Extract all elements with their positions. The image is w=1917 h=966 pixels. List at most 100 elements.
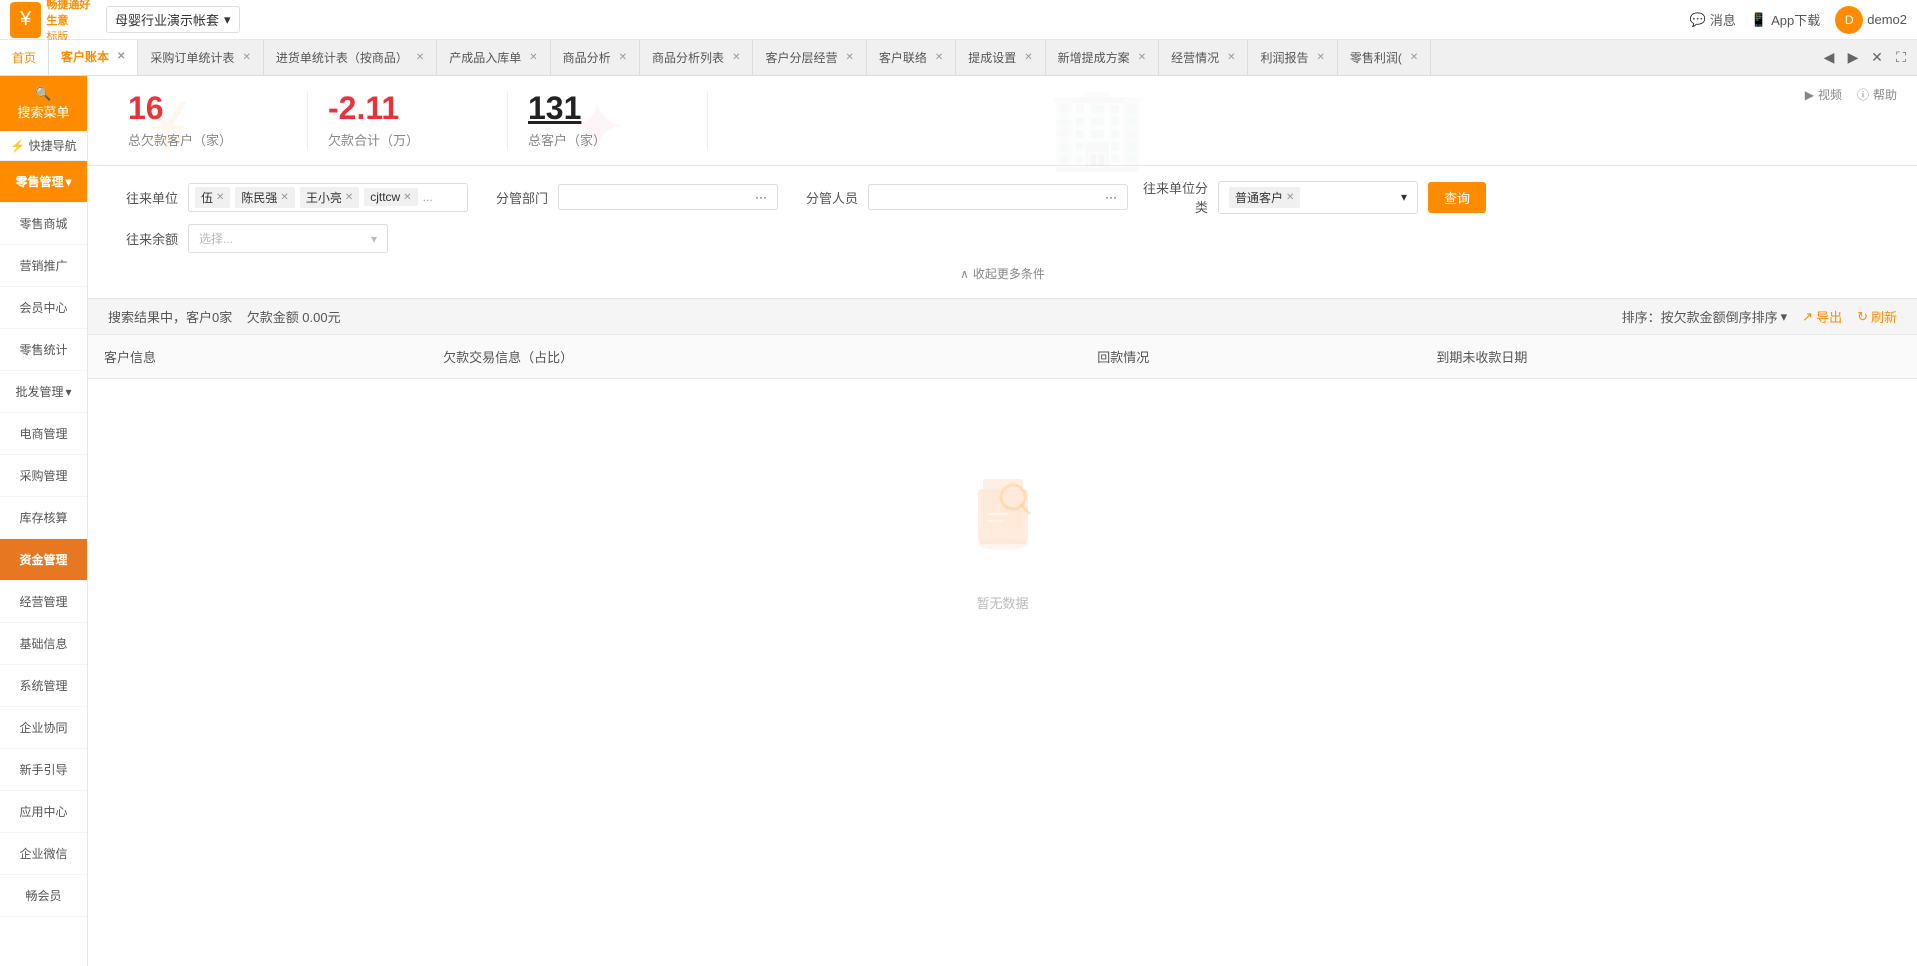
dept-label: 分管部门 xyxy=(478,188,548,207)
tag-more[interactable]: ... xyxy=(423,190,433,204)
tab-product-analysis[interactable]: 商品分析 ✕ xyxy=(551,40,640,76)
col-debt-info: 欠款交易信息（占比） xyxy=(427,335,1081,379)
sidebar-item-inventory[interactable]: 库存核算 xyxy=(0,497,87,539)
sidebar-item-retail-management[interactable]: 零售管理 ▾ xyxy=(0,161,87,203)
tab-close-icon[interactable]: ✕ xyxy=(529,52,537,63)
table-body: 暂无数据 xyxy=(88,379,1917,693)
tab-product-analysis-list[interactable]: 商品分析列表 ✕ xyxy=(640,40,753,76)
sort-select[interactable]: 排序：按欠款金额倒序排序 ▾ xyxy=(1622,307,1788,326)
sidebar-item-enterprise[interactable]: 企业协同 xyxy=(0,707,87,749)
sidebar-item-marketing[interactable]: 营销推广 xyxy=(0,245,87,287)
tab-close-all[interactable]: ✕ xyxy=(1866,47,1888,69)
tab-bar: 首页 客户账本 ✕ 采购订单统计表 ✕ 进货单统计表（按商品） ✕ 产成品入库单… xyxy=(0,40,1917,76)
message-icon: 💬 xyxy=(1690,12,1706,28)
balance-select[interactable]: 选择... ▾ xyxy=(188,224,388,253)
tab-purchase-stats[interactable]: 进货单统计表（按商品） ✕ xyxy=(264,40,437,76)
empty-illustration xyxy=(953,459,1053,559)
tab-promotion-settings[interactable]: 提成设置 ✕ xyxy=(956,40,1045,76)
tab-close-icon[interactable]: ✕ xyxy=(1227,52,1235,63)
sidebar-item-ecommerce[interactable]: 电商管理 xyxy=(0,413,87,455)
tab-scroll-left[interactable]: ◀ xyxy=(1818,47,1840,69)
collapse-row: ∧ 收起更多条件 xyxy=(108,261,1897,286)
stats-bar: ¥ ✦ 🏢 16 总欠款客户（家） -2.11 欠款合计（万） 131 总客户（… xyxy=(88,76,1917,166)
person-more-icon: ··· xyxy=(1105,190,1117,204)
tab-close-icon[interactable]: ✕ xyxy=(242,52,250,63)
collapse-button[interactable]: ∧ 收起更多条件 xyxy=(950,261,1055,286)
chevron-icon: ▾ xyxy=(65,175,71,189)
tag-close-wang[interactable]: ✕ xyxy=(345,192,353,203)
tab-close-icon[interactable]: ✕ xyxy=(416,52,424,63)
help-button[interactable]: ⓘ 帮助 xyxy=(1857,86,1897,103)
tab-close-icon[interactable]: ✕ xyxy=(732,52,740,63)
sidebar-item-retail-stats[interactable]: 零售统计 xyxy=(0,329,87,371)
app-download-action[interactable]: 📱 App下载 xyxy=(1751,10,1820,29)
tag-close-normal[interactable]: ✕ xyxy=(1286,192,1294,203)
video-help-button[interactable]: ▶ 视频 xyxy=(1805,86,1842,103)
tab-close-icon[interactable]: ✕ xyxy=(1317,52,1325,63)
stat-total-customers: 16 总欠款客户（家） xyxy=(108,92,308,149)
tab-close-icon[interactable]: ✕ xyxy=(619,52,627,63)
export-button[interactable]: ↗ 导出 xyxy=(1802,307,1842,326)
sidebar-item-capital[interactable]: 资金管理 xyxy=(0,539,87,581)
tab-close-icon[interactable]: ✕ xyxy=(1024,52,1032,63)
category-label: 往来单位分类 xyxy=(1138,178,1208,216)
stat-bg-icon-1: ¥ xyxy=(148,86,187,166)
sidebar-search[interactable]: 🔍 搜索菜单 xyxy=(0,76,87,131)
tab-close-icon[interactable]: ✕ xyxy=(1410,52,1418,63)
query-button[interactable]: 查询 xyxy=(1428,182,1486,213)
chevron-down-icon: ▾ xyxy=(224,12,231,28)
tag-wang: 王小亮 ✕ xyxy=(300,187,359,208)
unit-tags-input[interactable]: 伍 ✕ 陈民强 ✕ 王小亮 ✕ cjttcw ✕ ... xyxy=(188,183,468,212)
dept-select[interactable]: ··· xyxy=(558,184,778,210)
tab-customer-segment[interactable]: 客户分层经营 ✕ xyxy=(753,40,866,76)
tab-product-inbound[interactable]: 产成品入库单 ✕ xyxy=(437,40,550,76)
tab-close-icon[interactable]: ✕ xyxy=(1138,52,1146,63)
filter-row-1: 往来单位 伍 ✕ 陈民强 ✕ 王小亮 ✕ cjttcw xyxy=(108,178,1897,216)
sidebar-quick-nav[interactable]: ⚡ 快捷导航 xyxy=(0,131,87,161)
message-action[interactable]: 💬 消息 xyxy=(1690,10,1736,29)
sidebar-item-system[interactable]: 系统管理 xyxy=(0,665,87,707)
tab-business-status[interactable]: 经营情况 ✕ xyxy=(1159,40,1248,76)
app-download-icon: 📱 xyxy=(1751,12,1767,28)
sidebar-item-new-guide[interactable]: 新手引导 xyxy=(0,749,87,791)
sidebar-item-member-plus[interactable]: 畅会员 xyxy=(0,875,87,917)
unit-label: 往来单位 xyxy=(108,188,178,207)
stat-label-debt: 欠款合计（万） xyxy=(328,130,419,149)
sidebar-item-retail-mall[interactable]: 零售商城 xyxy=(0,203,87,245)
sidebar-item-purchase[interactable]: 采购管理 xyxy=(0,455,87,497)
lightning-icon: ⚡ xyxy=(10,139,25,153)
tag-close-cjttcw[interactable]: ✕ xyxy=(403,192,411,203)
sidebar-item-enterprise-wechat[interactable]: 企业微信 xyxy=(0,833,87,875)
tab-profit-report[interactable]: 利润报告 ✕ xyxy=(1248,40,1337,76)
tab-customer-contact[interactable]: 客户联络 ✕ xyxy=(867,40,956,76)
tab-retail-profit[interactable]: 零售利润( ✕ xyxy=(1338,40,1431,76)
tab-new-promotion[interactable]: 新增提成方案 ✕ xyxy=(1046,40,1159,76)
category-select[interactable]: 普通客户 ✕ ▾ xyxy=(1218,181,1418,214)
tab-customer-accounts[interactable]: 客户账本 ✕ xyxy=(49,40,138,76)
sidebar-item-basic-info[interactable]: 基础信息 xyxy=(0,623,87,665)
tab-scroll-right[interactable]: ▶ xyxy=(1842,47,1864,69)
tab-fullscreen[interactable]: ⛶ xyxy=(1890,47,1912,69)
empty-icon xyxy=(953,459,1053,578)
tag-close-chen[interactable]: ✕ xyxy=(280,192,288,203)
avatar-image: D xyxy=(1835,6,1863,34)
table-header: 客户信息 欠款交易信息（占比） 回款情况 到期未收款日期 xyxy=(88,335,1917,379)
tab-close-icon[interactable]: ✕ xyxy=(845,52,853,63)
refresh-icon: ↻ xyxy=(1857,309,1868,325)
person-select[interactable]: ··· xyxy=(868,184,1128,210)
sidebar-item-wholesale[interactable]: 批发管理 ▾ xyxy=(0,371,87,413)
balance-label: 往来余额 xyxy=(108,229,178,248)
tab-purchase-orders[interactable]: 采购订单统计表 ✕ xyxy=(138,40,263,76)
sidebar-item-member-center[interactable]: 会员中心 xyxy=(0,287,87,329)
sidebar-item-operations[interactable]: 经营管理 xyxy=(0,581,87,623)
user-avatar[interactable]: D demo2 xyxy=(1835,6,1907,34)
col-repayment: 回款情况 xyxy=(1081,335,1420,379)
tab-home[interactable]: 首页 xyxy=(0,40,49,76)
data-table: 客户信息 欠款交易信息（占比） 回款情况 到期未收款日期 xyxy=(88,335,1917,692)
company-selector[interactable]: 母婴行业演示帐套 ▾ xyxy=(106,6,240,33)
tab-close-icon[interactable]: ✕ xyxy=(935,52,943,63)
refresh-button[interactable]: ↻ 刷新 xyxy=(1857,307,1897,326)
sidebar-item-app-center[interactable]: 应用中心 xyxy=(0,791,87,833)
tag-close-wu[interactable]: ✕ xyxy=(216,192,224,203)
tab-close-icon[interactable]: ✕ xyxy=(117,51,125,62)
